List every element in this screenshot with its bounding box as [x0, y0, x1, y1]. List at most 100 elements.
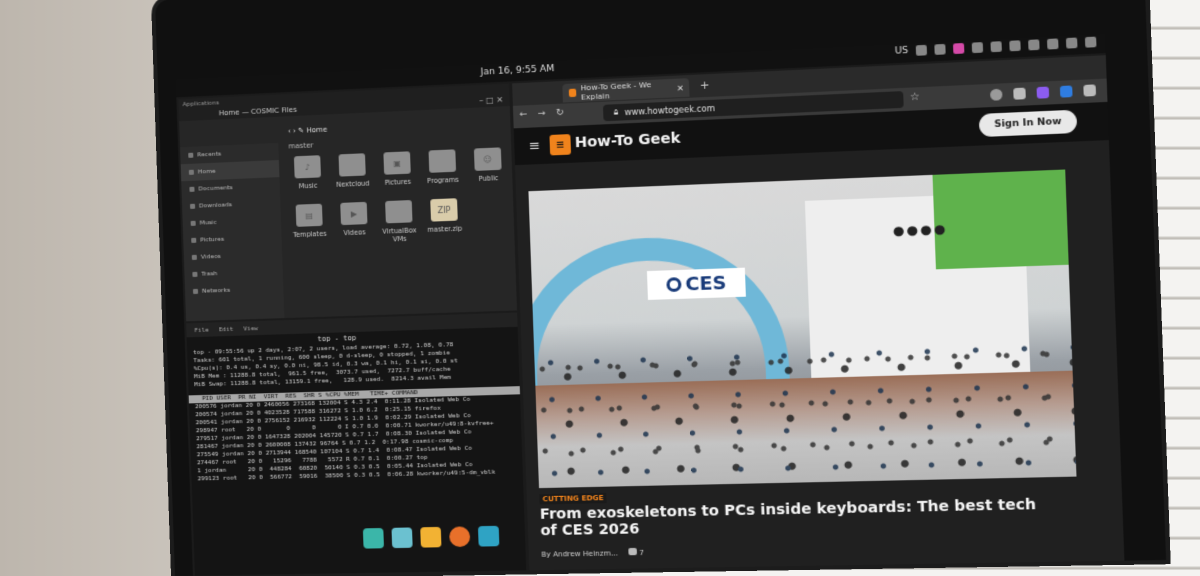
sidebar-item-label: Downloads	[199, 201, 232, 209]
extensions	[990, 84, 1096, 100]
account-icon[interactable]	[990, 89, 1003, 101]
hero-image[interactable]: ●●●● CES	[528, 169, 1076, 488]
breadcrumb-home[interactable]: Home	[306, 126, 327, 135]
folder-label: Nextcloud	[336, 179, 370, 188]
battery-icon[interactable]	[1047, 38, 1059, 49]
templates-folder-icon: ▤	[296, 204, 323, 227]
ces-logo-icon	[666, 277, 681, 292]
sidebar-item-label: Videos	[201, 253, 221, 261]
apps-grid-icon[interactable]	[420, 527, 441, 548]
firefox-icon[interactable]	[449, 526, 470, 547]
author-link[interactable]: By Andrew Heinzm...	[541, 549, 618, 559]
hamburger-icon[interactable]: ≡	[529, 138, 541, 154]
sidebar-item-label: Trash	[201, 270, 217, 278]
monitor: Jan 16, 9:55 AM US Applications Home — C…	[155, 0, 1166, 576]
extension-blue-icon[interactable]	[1060, 85, 1073, 97]
menu-file[interactable]: File	[194, 326, 209, 333]
keyboard-layout[interactable]: US	[895, 46, 909, 57]
sidebar-item-label: Recents	[197, 150, 221, 158]
sidebar-item-label: Music	[200, 219, 217, 227]
terminal-title: top - top	[317, 334, 356, 343]
power-icon[interactable]	[1085, 37, 1097, 48]
lock-icon: 🔒︎	[614, 107, 619, 117]
network-icon	[193, 289, 198, 294]
download-icon	[190, 204, 195, 209]
folder-music[interactable]: ♪ Music	[285, 155, 331, 191]
new-tab-button[interactable]: +	[700, 78, 710, 92]
dock	[363, 526, 500, 549]
folder-programs[interactable]: Programs	[419, 149, 466, 186]
music-icon	[191, 221, 196, 226]
close-tab-icon[interactable]: ✕	[677, 83, 684, 93]
sidebar-item-label: Home	[198, 168, 216, 176]
folder-icon	[385, 200, 412, 223]
site-name[interactable]: How-To Geek	[575, 130, 681, 151]
panel-clock[interactable]: Jan 16, 9:55 AM	[480, 64, 554, 78]
video-icon	[192, 255, 197, 260]
folder-videos[interactable]: ▶ Videos	[331, 201, 377, 245]
folder-templates[interactable]: ▤ Templates	[287, 203, 333, 247]
folder-label: Videos	[343, 228, 365, 237]
network-icon[interactable]	[972, 42, 983, 53]
extensions-icon[interactable]	[1013, 88, 1026, 100]
folder-nextcloud[interactable]: Nextcloud	[329, 153, 375, 189]
trash-icon	[192, 272, 197, 277]
reload-icon[interactable]: ↻	[556, 108, 564, 119]
bookmark-star-icon[interactable]: ☆	[910, 91, 920, 103]
files-sidebar: Recents Home Documents Downloads Music P…	[180, 143, 284, 321]
folder-virtualbox-vms[interactable]: VirtualBox VMs	[376, 200, 423, 244]
crowd	[534, 328, 1077, 488]
music-folder-icon: ♪	[294, 155, 321, 178]
forward-icon[interactable]: →	[538, 108, 546, 119]
folder-label: Pictures	[384, 178, 411, 187]
applications-label[interactable]: Applications	[182, 99, 219, 108]
article-byline: By Andrew Heinzm... 7	[541, 548, 644, 559]
keyboard-icon[interactable]	[1009, 40, 1020, 51]
app-icon[interactable]	[934, 44, 945, 55]
folder-icon	[339, 153, 366, 176]
accessibility-icon[interactable]	[916, 45, 927, 56]
panel-tray: US	[895, 37, 1097, 57]
partial-row-label: master	[288, 141, 313, 150]
howtogeek-logo-icon[interactable]: ≡	[549, 134, 571, 155]
window-controls[interactable]: – □ ✕	[479, 95, 504, 105]
file-master-zip[interactable]: ZIP master.zip	[421, 198, 468, 243]
comments-number: 7	[639, 549, 644, 557]
folder-pictures[interactable]: ▣ Pictures	[374, 151, 420, 187]
workspaces-icon[interactable]	[391, 527, 412, 548]
folder-grid: ♪ Music Nextcloud ▣ Pictures Programs ☺ Pub…	[285, 147, 514, 247]
folder-label: Templates	[293, 230, 327, 239]
clock-icon	[188, 153, 193, 158]
files-window: Applications Home — COSMIC Files – □ ✕ ‹…	[178, 84, 517, 322]
folder-label: Music	[299, 182, 318, 191]
favicon-icon	[569, 89, 577, 98]
menu-view[interactable]: View	[243, 325, 258, 333]
menu-edit[interactable]: Edit	[219, 325, 234, 332]
files-icon[interactable]	[478, 526, 499, 547]
extension-purple-icon[interactable]	[1037, 87, 1050, 99]
volume-icon[interactable]	[1028, 39, 1039, 50]
launcher-icon[interactable]	[363, 528, 384, 549]
folder-public[interactable]: ☺ Public	[465, 147, 512, 184]
color-app-icon[interactable]	[953, 43, 964, 54]
folder-label: Public	[478, 174, 498, 183]
ces-sign: CES	[647, 268, 746, 300]
browser-window: How-To Geek - We Explain ✕ + ← → ↻ 🔒︎ ww…	[512, 55, 1124, 570]
sidebar-item-label: Pictures	[200, 236, 224, 244]
menu-icon[interactable]	[1083, 84, 1096, 96]
document-icon	[189, 187, 194, 192]
sidebar-item-networks[interactable]: Networks	[185, 280, 284, 300]
article-headline[interactable]: From exoskeletons to PCs inside keyboard…	[540, 496, 1048, 539]
comments-count[interactable]: 7	[628, 548, 644, 558]
sidebar-item-label: Networks	[202, 287, 230, 295]
back-icon[interactable]: ←	[519, 109, 527, 120]
article-kicker[interactable]: CUTTING EDGE	[539, 493, 607, 505]
green-wall	[933, 169, 1069, 269]
nav-buttons: ← → ↻	[519, 108, 564, 120]
videos-folder-icon: ▶	[340, 202, 367, 225]
desktop-screen: Jan 16, 9:55 AM US Applications Home — C…	[176, 34, 1125, 576]
sign-in-button[interactable]: Sign In Now	[979, 110, 1078, 137]
notifications-icon[interactable]	[1066, 37, 1078, 48]
bluetooth-icon[interactable]	[990, 41, 1001, 52]
ces-sign-text: CES	[685, 272, 727, 295]
